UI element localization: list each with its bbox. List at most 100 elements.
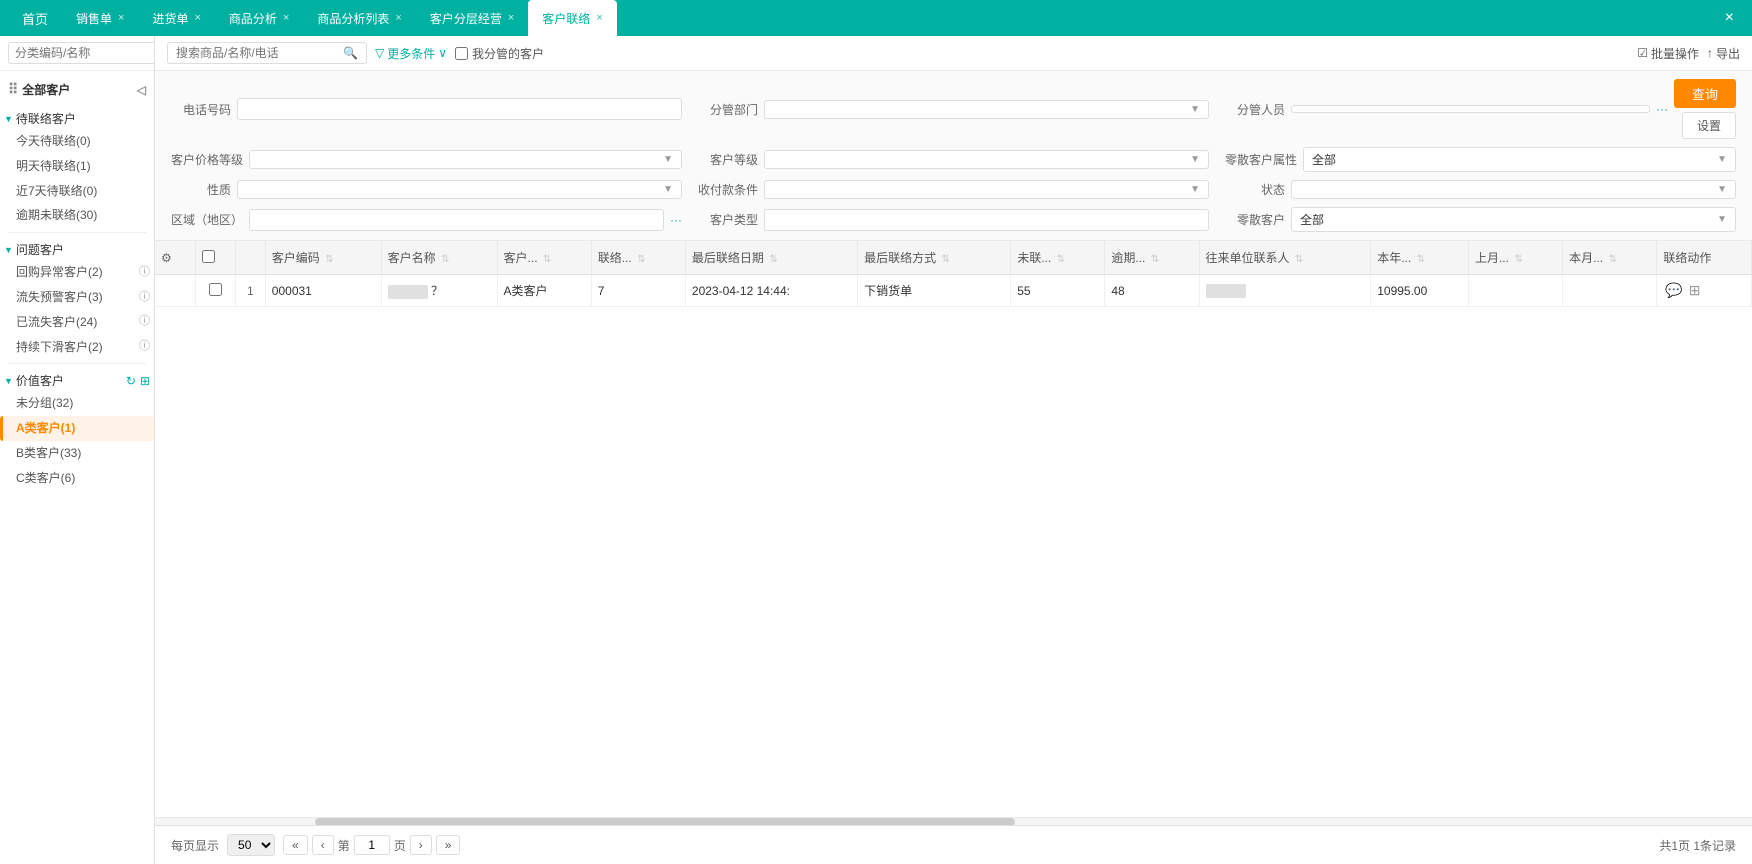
th-contact-count[interactable]: 联络... ⇅ xyxy=(591,241,685,275)
region-more-icon[interactable]: ··· xyxy=(670,213,682,227)
horizontal-scrollbar[interactable] xyxy=(155,817,1752,825)
sort-icon-name: ⇅ xyxy=(441,254,449,265)
sidebar-item-class-c[interactable]: C类客户(6) xyxy=(0,466,154,491)
th-gear[interactable]: ⚙ xyxy=(155,241,195,275)
sidebar-item-class-a[interactable]: A类客户(1) xyxy=(0,416,154,441)
sort-icon-contact: ⇅ xyxy=(637,254,645,265)
last-page-btn[interactable]: » xyxy=(436,835,461,855)
th-this-month[interactable]: 本月... ⇅ xyxy=(1563,241,1657,275)
info-icon-1: ⓘ xyxy=(139,265,150,280)
customer-type-input[interactable] xyxy=(764,209,1209,231)
first-page-btn[interactable]: « xyxy=(283,835,308,855)
nav-tab-customer-tier[interactable]: 客户分层经营 × xyxy=(416,0,528,36)
th-last-month[interactable]: 上月... ⇅ xyxy=(1468,241,1562,275)
close-purchase-tab[interactable]: × xyxy=(194,12,200,24)
refresh-icon[interactable]: ↻ xyxy=(126,374,136,388)
close-customer-contact-tab[interactable]: × xyxy=(596,12,602,24)
th-actions: 联络动作 xyxy=(1657,241,1752,275)
export-btn[interactable]: ↑ 导出 xyxy=(1707,45,1740,62)
sidebar-item-declining[interactable]: 持续下滑客户(2) ⓘ xyxy=(0,335,154,360)
qr-action-icon[interactable]: ⊞ xyxy=(1689,282,1701,299)
nav-tab-sales[interactable]: 销售单 × xyxy=(62,0,138,36)
my-customers-check[interactable] xyxy=(455,47,468,60)
sidebar-group-value-label[interactable]: ▼ 价值客户 ↻ ⊞ xyxy=(0,368,154,391)
th-code[interactable]: 客户编码 ⇅ xyxy=(265,241,381,275)
sidebar-search-input[interactable] xyxy=(8,42,155,64)
select-all-checkbox[interactable] xyxy=(202,250,215,263)
th-last-method[interactable]: 最后联络方式 ⇅ xyxy=(858,241,1011,275)
retail-customer-select[interactable]: 全部 ▼ xyxy=(1291,207,1736,232)
filter-row-retail-customer: 零散客户 全部 ▼ xyxy=(1225,207,1736,232)
row-contact-count: 7 xyxy=(591,275,685,307)
nature-select[interactable]: ▼ xyxy=(237,180,682,199)
th-uncontacted[interactable]: 未联... ⇅ xyxy=(1011,241,1105,275)
close-analysis-list-tab[interactable]: × xyxy=(395,12,401,24)
add-group-icon[interactable]: ⊞ xyxy=(140,374,150,388)
nav-tab-analysis[interactable]: 商品分析 × xyxy=(215,0,303,36)
chat-action-icon[interactable]: 💬 xyxy=(1665,282,1682,299)
sidebar-item-overdue[interactable]: 逾期未联络(30) xyxy=(0,203,154,228)
gear-icon[interactable]: ⚙ xyxy=(161,251,172,265)
sidebar-item-lost[interactable]: 已流失客户(24) ⓘ xyxy=(0,310,154,335)
th-overdue[interactable]: 逾期... ⇅ xyxy=(1105,241,1199,275)
status-select[interactable]: ▼ xyxy=(1291,180,1736,199)
sidebar-item-abnormal[interactable]: 回购异常客户(2) ⓘ xyxy=(0,260,154,285)
row-overdue: 48 xyxy=(1105,275,1199,307)
retail-attr-arrow: ▼ xyxy=(1717,154,1727,165)
sort-icon-date: ⇅ xyxy=(769,254,777,265)
retail-attr-select[interactable]: 全部 ▼ xyxy=(1303,147,1736,172)
nav-tab-analysis-list[interactable]: 商品分析列表 × xyxy=(303,0,415,36)
sidebar-item-loss-warning[interactable]: 流失预警客户(3) ⓘ xyxy=(0,285,154,310)
manager-more-icon[interactable]: ··· xyxy=(1656,102,1668,116)
row-checkbox[interactable] xyxy=(209,283,222,296)
batch-ops-btn[interactable]: ☑ 批量操作 xyxy=(1637,45,1699,62)
nav-tab-purchase[interactable]: 进货单 × xyxy=(138,0,214,36)
query-action: 查询 设置 xyxy=(1674,79,1736,139)
price-level-select[interactable]: ▼ xyxy=(249,150,682,169)
page-size-select[interactable]: 50 xyxy=(227,834,275,856)
row-annual: 10995.00 xyxy=(1371,275,1469,307)
close-sales-tab[interactable]: × xyxy=(118,12,124,24)
th-annual[interactable]: 本年... ⇅ xyxy=(1371,241,1469,275)
close-customer-tier-tab[interactable]: × xyxy=(508,12,514,24)
payment-select[interactable]: ▼ xyxy=(764,180,1209,199)
search-input[interactable] xyxy=(176,46,339,60)
next-page-btn[interactable]: › xyxy=(410,835,432,855)
page-number-input[interactable] xyxy=(354,835,390,855)
triangle-icon: ▼ xyxy=(4,114,13,124)
region-input[interactable] xyxy=(249,209,664,231)
th-last-date[interactable]: 最后联络日期 ⇅ xyxy=(685,241,857,275)
last-method-link[interactable]: 下销货单 xyxy=(864,284,912,298)
sidebar-item-tomorrow[interactable]: 明天待联络(1) xyxy=(0,154,154,179)
nav-tab-customer-contact[interactable]: 客户联络 × xyxy=(528,0,616,36)
sidebar-item-ungrouped[interactable]: 未分组(32) xyxy=(0,391,154,416)
search-box: 🔍 xyxy=(167,42,367,64)
price-level-label: 客户价格等级 xyxy=(171,151,243,168)
th-contact-person[interactable]: 往来单位联系人 ⇅ xyxy=(1199,241,1371,275)
th-name[interactable]: 客户名称 ⇅ xyxy=(381,241,497,275)
close-analysis-tab[interactable]: × xyxy=(283,12,289,24)
manager-select[interactable] xyxy=(1291,105,1650,113)
sidebar-search-container: 🔍 xyxy=(0,36,154,71)
nav-home[interactable]: 首页 xyxy=(8,0,62,36)
window-close-button[interactable]: × xyxy=(1715,9,1744,27)
settings-button[interactable]: 设置 xyxy=(1682,112,1736,139)
prev-page-btn[interactable]: ‹ xyxy=(312,835,334,855)
phone-input[interactable] xyxy=(237,98,682,120)
sidebar-group-problem-label[interactable]: ▼ 问题客户 xyxy=(0,237,154,260)
search-icon[interactable]: 🔍 xyxy=(343,46,358,60)
page-suffix: 页 xyxy=(394,837,406,854)
sidebar-item-class-b[interactable]: B类客户(33) xyxy=(0,441,154,466)
more-conditions-btn[interactable]: ▽ 更多条件 ∨ xyxy=(375,45,447,62)
dept-select[interactable]: ▼ xyxy=(764,100,1209,119)
my-customers-checkbox[interactable]: 我分管的客户 xyxy=(455,45,544,62)
sidebar-collapse-btn[interactable]: ◁ xyxy=(137,83,146,97)
query-button[interactable]: 查询 xyxy=(1674,79,1736,108)
sidebar-group-pending-label[interactable]: ▼ 待联络客户 xyxy=(0,106,154,129)
phone-label: 电话号码 xyxy=(171,101,231,118)
th-customer-type[interactable]: 客户... ⇅ xyxy=(497,241,591,275)
sidebar-item-today[interactable]: 今天待联络(0) xyxy=(0,129,154,154)
sort-icon-code: ⇅ xyxy=(325,254,333,265)
customer-level-select[interactable]: ▼ xyxy=(764,150,1209,169)
sidebar-item-7days[interactable]: 近7天待联络(0) xyxy=(0,179,154,204)
